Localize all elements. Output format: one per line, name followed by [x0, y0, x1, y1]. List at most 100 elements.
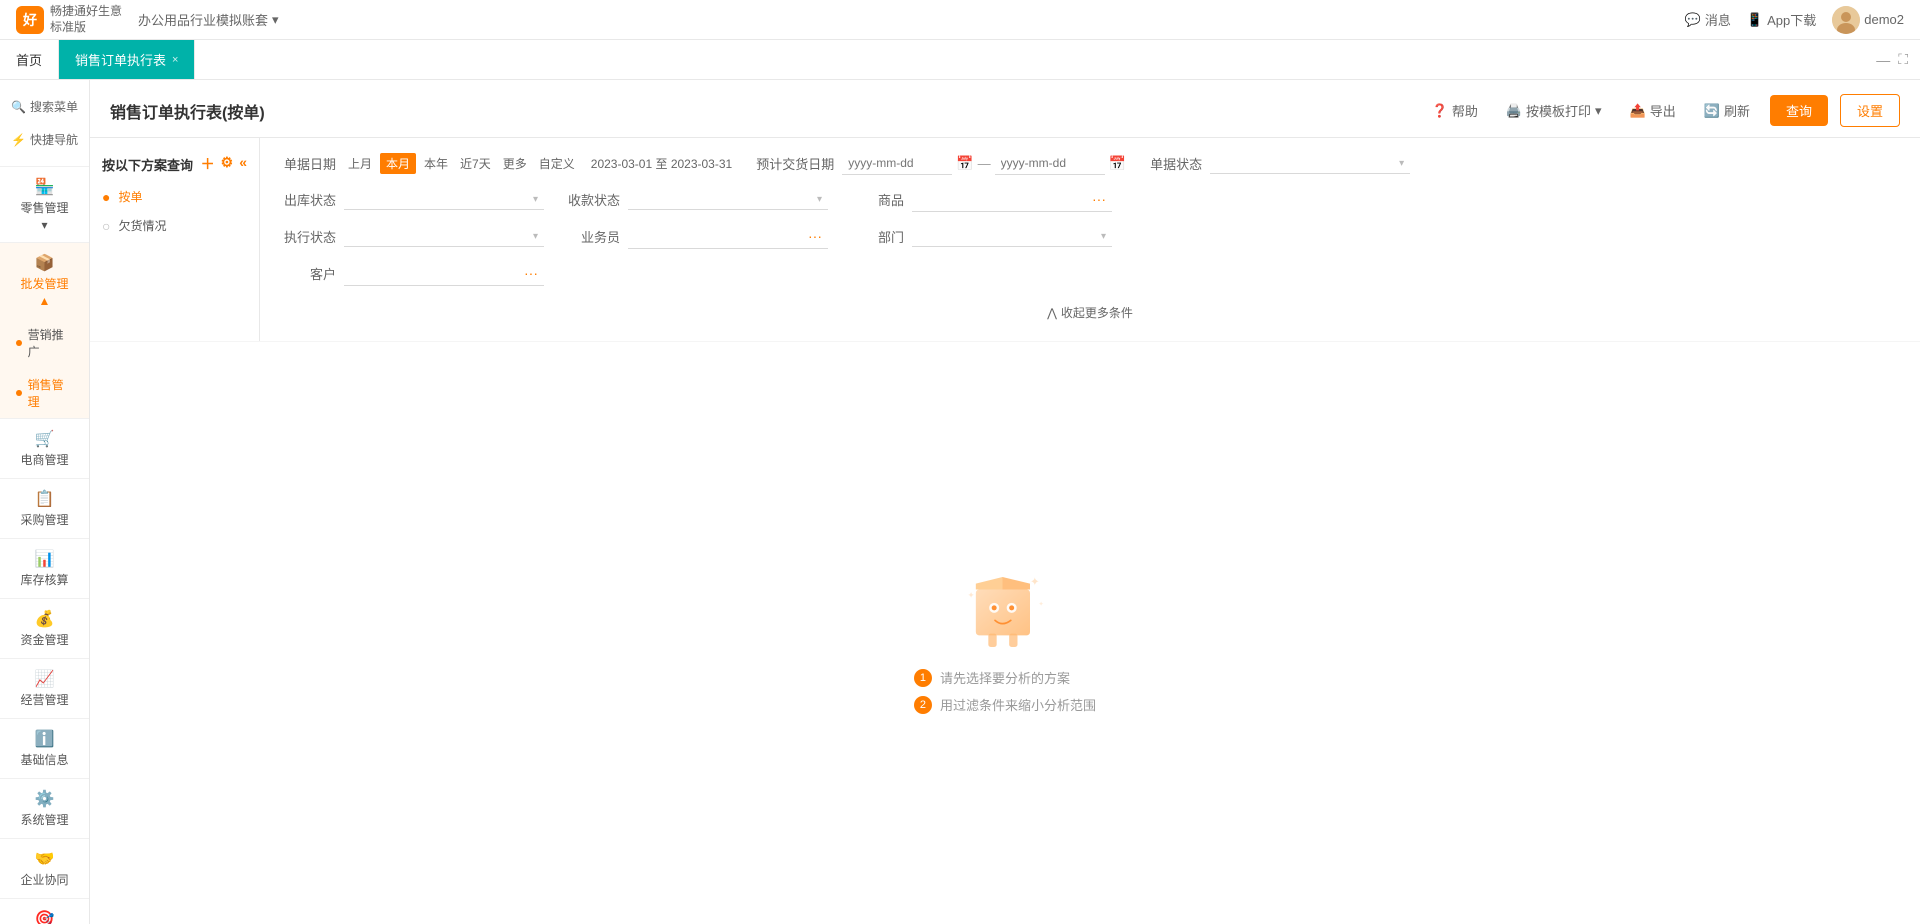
print-icon: 🖨️ [1506, 103, 1522, 119]
sidebar-search[interactable]: 🔍 搜索菜单 [0, 90, 89, 123]
finance-icon: 💰 [35, 609, 55, 629]
filter-main: 单据日期 上月 本月 本年 近7天 更多 自定义 2023-03-01 至 20… [260, 138, 1920, 341]
filter-field-order-status: 单据状态 ▾ [1146, 154, 1410, 174]
sidebar-quick-nav[interactable]: ⚡ 快捷导航 [0, 123, 89, 156]
ecommerce-icon: 🛒 [35, 429, 55, 449]
company-selector[interactable]: 办公用品行业模拟账套 ▾ [130, 10, 287, 29]
sidebar-item-system[interactable]: ⚙️ 系统管理 [0, 779, 89, 838]
salesperson-label: 业务员 [564, 227, 620, 246]
sidebar-item-enterprise[interactable]: 🤝 企业协同 [0, 839, 89, 898]
exec-status-label: 执行状态 [280, 227, 336, 246]
tab-spacer [195, 40, 1864, 79]
filter-plan-backorder[interactable]: ○ 欠货情况 [90, 211, 259, 240]
last7-shortcut[interactable]: 近7天 [456, 153, 495, 174]
help-icon: ❓ [1432, 103, 1448, 119]
filter-field-exec-status: 执行状态 ▾ [280, 227, 544, 247]
sidebar-item-inventory[interactable]: 📊 库存核算 [0, 539, 89, 598]
tab-bar: 首页 销售订单执行表 × — ⛶ [0, 40, 1920, 80]
retail-arrow-icon: ▾ [41, 218, 47, 232]
sidebar-item-basic[interactable]: ℹ️ 基础信息 [0, 719, 89, 778]
customer-more-icon[interactable]: ··· [524, 265, 538, 281]
exec-status-select[interactable]: ▾ [344, 227, 544, 247]
filter-field-delivery-status: 出库状态 ▾ [280, 190, 544, 210]
page-title: 销售订单执行表(按单) [110, 99, 265, 123]
add-plan-icon[interactable]: ＋ [201, 154, 215, 174]
order-status-select[interactable]: ▾ [1210, 154, 1410, 174]
this-month-shortcut[interactable]: 本月 [380, 153, 416, 174]
newbie-icon: 🎯 [35, 909, 55, 924]
salesperson-more-icon[interactable]: ··· [808, 228, 822, 244]
settings-button[interactable]: 设置 [1840, 94, 1900, 127]
tab-home[interactable]: 首页 [0, 40, 59, 79]
window-minimize-icon[interactable]: — [1876, 52, 1890, 68]
help-button[interactable]: ❓ 帮助 [1424, 97, 1486, 124]
payment-status-select[interactable]: ▾ [628, 190, 828, 210]
filter-plan-by-order[interactable]: ● 按单 [90, 182, 259, 211]
collapse-row: ⋀ 收起更多条件 [280, 298, 1900, 327]
basic-icon: ℹ️ [35, 729, 55, 749]
filter-field-expected-date: 预计交货日期 📅 — 📅 [756, 152, 1126, 175]
date-label: 单据日期 [280, 154, 336, 173]
more-date-shortcut[interactable]: 更多 [499, 153, 531, 174]
sidebar-item-retail[interactable]: 🏪 零售管理 ▾ [0, 167, 89, 242]
filter-field-date: 单据日期 上月 本月 本年 近7天 更多 自定义 2023-03-01 至 20… [280, 153, 736, 174]
sidebar-item-operations[interactable]: 📈 经营管理 [0, 659, 89, 718]
filter-row-2: 出库状态 ▾ 收款状态 ▾ 商品 [280, 187, 1900, 212]
delivery-status-select[interactable]: ▾ [344, 190, 544, 210]
empty-state-illustration: ✦ ✦ ✦ [955, 552, 1055, 652]
salesperson-select[interactable]: ··· [628, 224, 828, 249]
sidebar-section-retail: 🏪 零售管理 ▾ [0, 166, 89, 242]
window-maximize-icon[interactable]: ⛶ [1898, 51, 1908, 68]
custom-date-shortcut[interactable]: 自定义 [535, 153, 579, 174]
sidebar-section-newbie: 🎯 新手引导 [0, 898, 89, 924]
customer-label: 客户 [280, 264, 336, 283]
collapse-filters-button[interactable]: ⋀ 收起更多条件 [1027, 298, 1153, 327]
tab-close-icon[interactable]: × [172, 54, 178, 66]
query-button[interactable]: 查询 [1770, 95, 1828, 126]
filter-row-3: 执行状态 ▾ 业务员 ··· 部门 [280, 224, 1900, 249]
print-button[interactable]: 🖨️ 按模板打印 ▾ [1498, 97, 1610, 124]
expected-date-start-input[interactable] [842, 152, 952, 175]
tab-sales-execution[interactable]: 销售订单执行表 × [59, 40, 195, 79]
refresh-button[interactable]: 🔄 刷新 [1696, 97, 1758, 124]
filter-plan-header: 按以下方案查询 ＋ ⚙ « [90, 150, 259, 182]
expected-date-end-icon[interactable]: 📅 [1109, 155, 1126, 172]
order-status-chevron-icon: ▾ [1399, 158, 1404, 169]
sidebar-section-purchase: 📋 采购管理 [0, 478, 89, 538]
customer-select[interactable]: ··· [344, 261, 544, 286]
expected-date-start-icon[interactable]: 📅 [956, 155, 973, 172]
export-icon: 📤 [1630, 103, 1646, 119]
empty-tips: 1 请先选择要分析的方案 2 用过滤条件来缩小分析范围 [914, 668, 1096, 714]
sidebar-item-ecommerce[interactable]: 🛒 电商管理 [0, 419, 89, 478]
sidebar-item-wholesale[interactable]: 📦 批发管理 ▲ [0, 243, 89, 318]
collapse-plan-icon[interactable]: « [239, 154, 247, 174]
sidebar-sub-item-sales[interactable]: 销售管理 [0, 368, 89, 418]
last-month-shortcut[interactable]: 上月 [344, 153, 376, 174]
expected-date-end-input[interactable] [995, 152, 1105, 175]
settings-plan-icon[interactable]: ⚙ [221, 154, 234, 174]
message-button[interactable]: 💬 消息 [1685, 10, 1731, 29]
product-label: 商品 [848, 190, 904, 209]
sidebar-top: 🔍 搜索菜单 ⚡ 快捷导航 [0, 80, 89, 166]
plan-backorder-icon: ○ [102, 218, 110, 234]
filter-field-product: 商品 ··· [848, 187, 1112, 212]
product-select[interactable]: ··· [912, 187, 1112, 212]
sidebar-sub-item-marketing[interactable]: 营销推广 [0, 318, 89, 368]
order-status-label: 单据状态 [1146, 154, 1202, 173]
this-year-shortcut[interactable]: 本年 [420, 153, 452, 174]
sidebar-item-newbie[interactable]: 🎯 新手引导 [0, 899, 89, 924]
sidebar-item-purchase[interactable]: 📋 采购管理 [0, 479, 89, 538]
department-select[interactable]: ▾ [912, 227, 1112, 247]
quick-nav-icon: ⚡ [11, 133, 26, 147]
user-avatar[interactable]: demo2 [1832, 6, 1904, 34]
product-more-icon[interactable]: ··· [1092, 191, 1106, 207]
top-header-right: 💬 消息 📱 App下载 demo2 [1685, 6, 1904, 34]
tip-2-number: 2 [914, 696, 932, 714]
sidebar-section-operations: 📈 经营管理 [0, 658, 89, 718]
sub-dot-sales [16, 390, 22, 396]
app-download-button[interactable]: 📱 App下载 [1747, 10, 1816, 29]
export-button[interactable]: 📤 导出 [1622, 97, 1684, 124]
empty-tip-1: 1 请先选择要分析的方案 [914, 668, 1096, 687]
sidebar-item-finance[interactable]: 💰 资金管理 [0, 599, 89, 658]
refresh-icon: 🔄 [1704, 103, 1720, 119]
